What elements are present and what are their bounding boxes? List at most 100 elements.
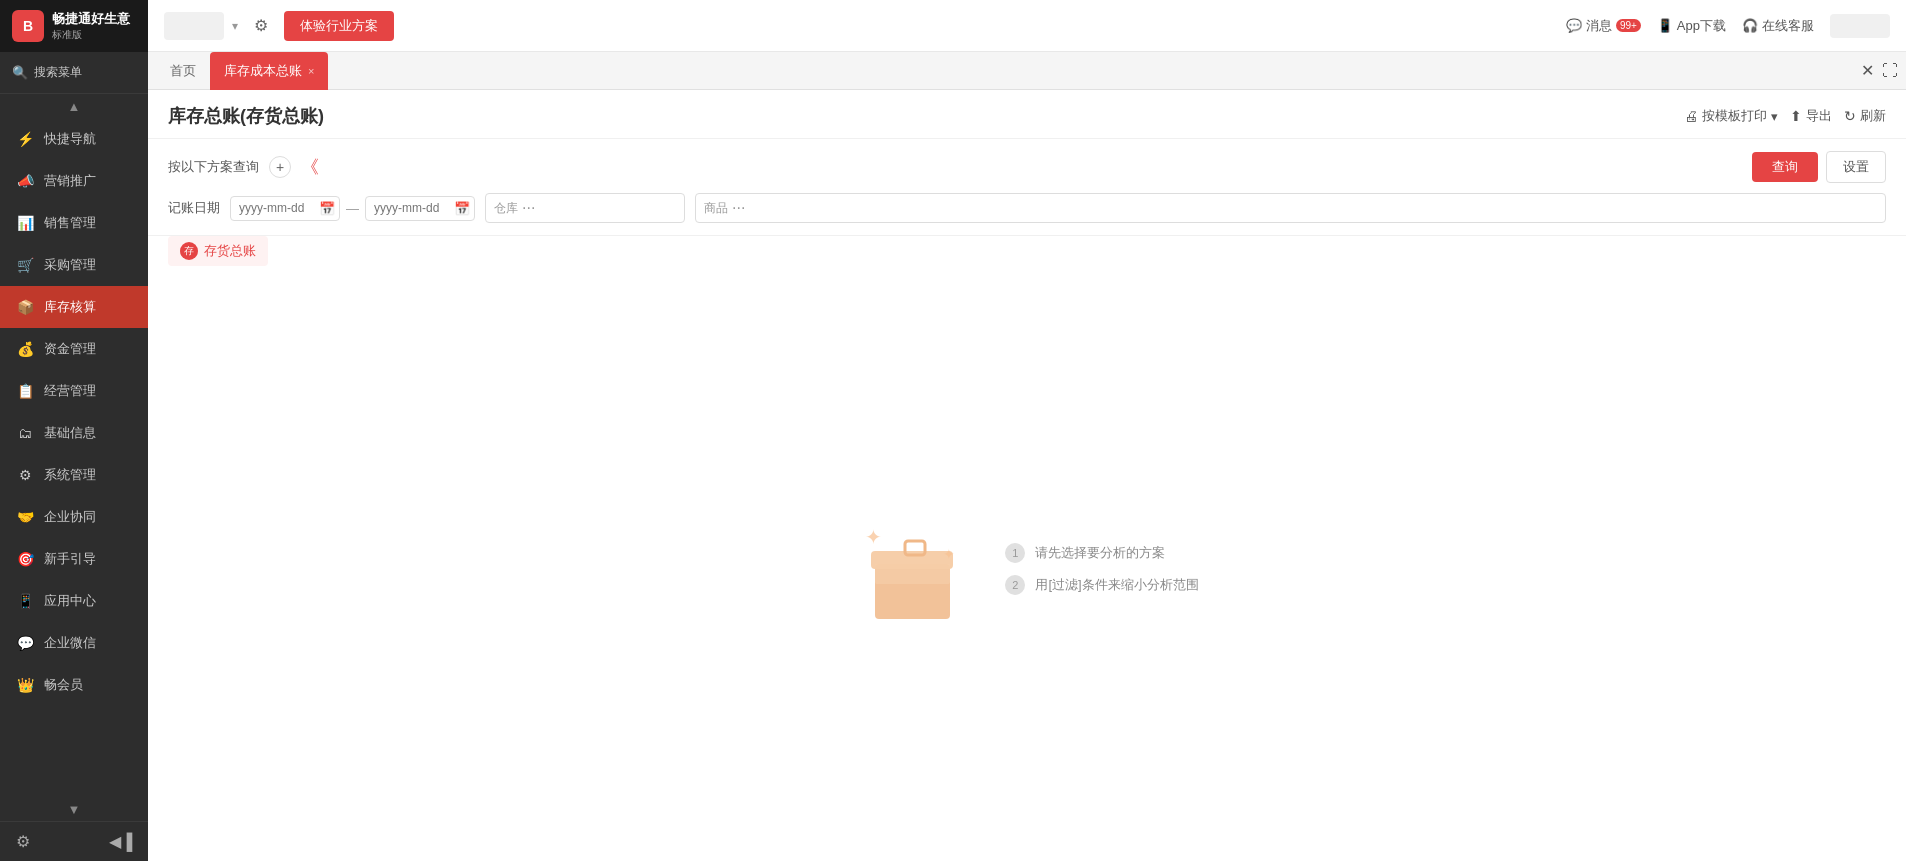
app-download-action[interactable]: 📱 App下载 <box>1657 17 1726 35</box>
user-avatar-area[interactable]: ▾ <box>164 12 246 40</box>
sidebar: B 畅捷通好生意 标准版 🔍 搜索菜单 ▲ ⚡ 快捷导航 📣 营销推广 📊 销售… <box>0 0 148 861</box>
scheme-filter: 存 存货总账 <box>148 236 1906 276</box>
empty-svg: ✦ ✦ <box>855 509 975 629</box>
print-button[interactable]: 🖨 按模板打印 ▾ <box>1684 107 1778 125</box>
wechat-icon: 💬 <box>16 634 34 652</box>
sidebar-item-operations[interactable]: 📋 经营管理 <box>0 370 148 412</box>
sidebar-search-area[interactable]: 🔍 搜索菜单 <box>0 52 148 94</box>
system-icon: ⚙ <box>16 466 34 484</box>
sidebar-item-sales[interactable]: 📊 销售管理 <box>0 202 148 244</box>
search-menu-label: 搜索菜单 <box>34 64 82 81</box>
print-dropdown-icon: ▾ <box>1771 109 1778 124</box>
guide-label: 新手引导 <box>44 550 96 568</box>
sidebar-item-system[interactable]: ⚙ 系统管理 <box>0 454 148 496</box>
refresh-button[interactable]: ↻ 刷新 <box>1844 107 1886 125</box>
sidebar-item-guide[interactable]: 🎯 新手引导 <box>0 538 148 580</box>
tab-inventory-ledger[interactable]: 库存成本总账 × <box>210 52 328 90</box>
footer-audio-icon[interactable]: ◀▐ <box>109 832 132 851</box>
app-logo: B 畅捷通好生意 标准版 <box>0 0 148 52</box>
empty-hints: 1 请先选择要分析的方案 2 用[过滤]条件来缩小分析范围 <box>1005 543 1198 595</box>
sidebar-item-finance[interactable]: 💰 资金管理 <box>0 328 148 370</box>
online-service-icon: 🎧 <box>1742 18 1758 33</box>
calendar-start-icon: 📅 <box>319 201 335 216</box>
date-end-field[interactable] <box>374 201 454 215</box>
window-close-button[interactable]: ✕ <box>1861 61 1874 80</box>
inventory-label: 库存核算 <box>44 298 96 316</box>
sidebar-item-apps[interactable]: 📱 应用中心 <box>0 580 148 622</box>
app-name: 畅捷通好生意 <box>52 11 130 28</box>
dropdown-arrow-icon: ▾ <box>232 19 238 33</box>
refresh-label: 刷新 <box>1860 107 1886 125</box>
sidebar-scroll-up[interactable]: ▲ <box>0 94 148 118</box>
top-bar-right: 💬 消息 99+ 📱 App下载 🎧 在线客服 <box>1566 14 1890 38</box>
app-download-icon: 📱 <box>1657 18 1673 33</box>
message-badge: 99+ <box>1616 19 1641 32</box>
finance-label: 资金管理 <box>44 340 96 358</box>
marketing-icon: 📣 <box>16 172 34 190</box>
purchase-label: 采购管理 <box>44 256 96 274</box>
filter-add-button[interactable]: + <box>269 156 291 178</box>
tab-home-label: 首页 <box>170 62 196 80</box>
product-select[interactable]: 商品 ··· <box>695 193 1886 223</box>
operations-icon: 📋 <box>16 382 34 400</box>
message-action[interactable]: 💬 消息 99+ <box>1566 17 1641 35</box>
sidebar-item-shortcut[interactable]: ⚡ 快捷导航 <box>0 118 148 160</box>
date-end-input[interactable]: 📅 <box>365 196 475 221</box>
sales-label: 销售管理 <box>44 214 96 232</box>
sidebar-item-purchase[interactable]: 🛒 采购管理 <box>0 244 148 286</box>
sidebar-item-marketing[interactable]: 📣 营销推广 <box>0 160 148 202</box>
refresh-icon: ↻ <box>1844 108 1856 124</box>
tab-home[interactable]: 首页 <box>156 52 210 90</box>
filter-row-inputs: 记账日期 📅 — 📅 仓库 ··· <box>168 193 1886 223</box>
sidebar-item-wechat[interactable]: 💬 企业微信 <box>0 622 148 664</box>
window-expand-button[interactable]: ⛶ <box>1882 62 1898 80</box>
sidebar-item-member[interactable]: 👑 畅会员 <box>0 664 148 706</box>
apps-icon: 📱 <box>16 592 34 610</box>
settings-text-button[interactable]: 设置 <box>1826 151 1886 183</box>
system-label: 系统管理 <box>44 466 96 484</box>
finance-icon: 💰 <box>16 340 34 358</box>
tab-active-label: 库存成本总账 <box>224 62 302 80</box>
sidebar-item-basic[interactable]: 🗂 基础信息 <box>0 412 148 454</box>
basic-icon: 🗂 <box>16 424 34 442</box>
filter-row-top: 按以下方案查询 + 《 查询 设置 <box>168 151 1886 183</box>
guide-icon: 🎯 <box>16 550 34 568</box>
scheme-icon: 存 <box>180 242 198 260</box>
top-bar-left: ▾ ⚙ 体验行业方案 <box>164 11 1566 41</box>
warehouse-select[interactable]: 仓库 ··· <box>485 193 685 223</box>
online-service-label: 在线客服 <box>1762 17 1814 35</box>
empty-hint-2: 2 用[过滤]条件来缩小分析范围 <box>1005 575 1198 595</box>
message-label: 消息 <box>1586 17 1612 35</box>
date-start-field[interactable] <box>239 201 319 215</box>
hint-num-1: 1 <box>1005 543 1025 563</box>
scheme-item-inventory[interactable]: 存 存货总账 <box>168 236 268 266</box>
cooperation-label: 企业协同 <box>44 508 96 526</box>
export-icon: ⬆ <box>1790 108 1802 124</box>
empty-illustration: ✦ ✦ <box>855 509 975 629</box>
search-menu-btn[interactable]: 🔍 搜索菜单 <box>12 60 136 85</box>
tab-close-icon[interactable]: × <box>308 65 314 77</box>
date-label: 记账日期 <box>168 199 220 217</box>
warehouse-more-icon[interactable]: ··· <box>522 199 535 217</box>
export-button[interactable]: ⬆ 导出 <box>1790 107 1832 125</box>
trial-button[interactable]: 体验行业方案 <box>284 11 394 41</box>
sidebar-item-inventory[interactable]: 📦 库存核算 <box>0 286 148 328</box>
product-more-icon[interactable]: ··· <box>732 199 745 217</box>
export-label: 导出 <box>1806 107 1832 125</box>
filter-collapse-button[interactable]: 《 <box>301 155 319 179</box>
empty-hint-1: 1 请先选择要分析的方案 <box>1005 543 1198 563</box>
user-name-placeholder <box>1830 14 1890 38</box>
footer-settings-icon[interactable]: ⚙ <box>16 832 30 851</box>
shortcut-icon: ⚡ <box>16 130 34 148</box>
online-service-action[interactable]: 🎧 在线客服 <box>1742 17 1814 35</box>
sidebar-scroll-down[interactable]: ▼ <box>0 797 148 821</box>
date-start-input[interactable]: 📅 <box>230 196 340 221</box>
cooperation-icon: 🤝 <box>16 508 34 526</box>
query-button[interactable]: 查询 <box>1752 152 1818 182</box>
page-container: 库存总账(存货总账) 🖨 按模板打印 ▾ ⬆ 导出 ↻ 刷新 <box>148 90 1906 861</box>
member-icon: 👑 <box>16 676 34 694</box>
topbar-settings-icon[interactable]: ⚙ <box>254 16 268 35</box>
sidebar-item-cooperation[interactable]: 🤝 企业协同 <box>0 496 148 538</box>
logo-text: 畅捷通好生意 标准版 <box>52 11 130 41</box>
inventory-icon: 📦 <box>16 298 34 316</box>
